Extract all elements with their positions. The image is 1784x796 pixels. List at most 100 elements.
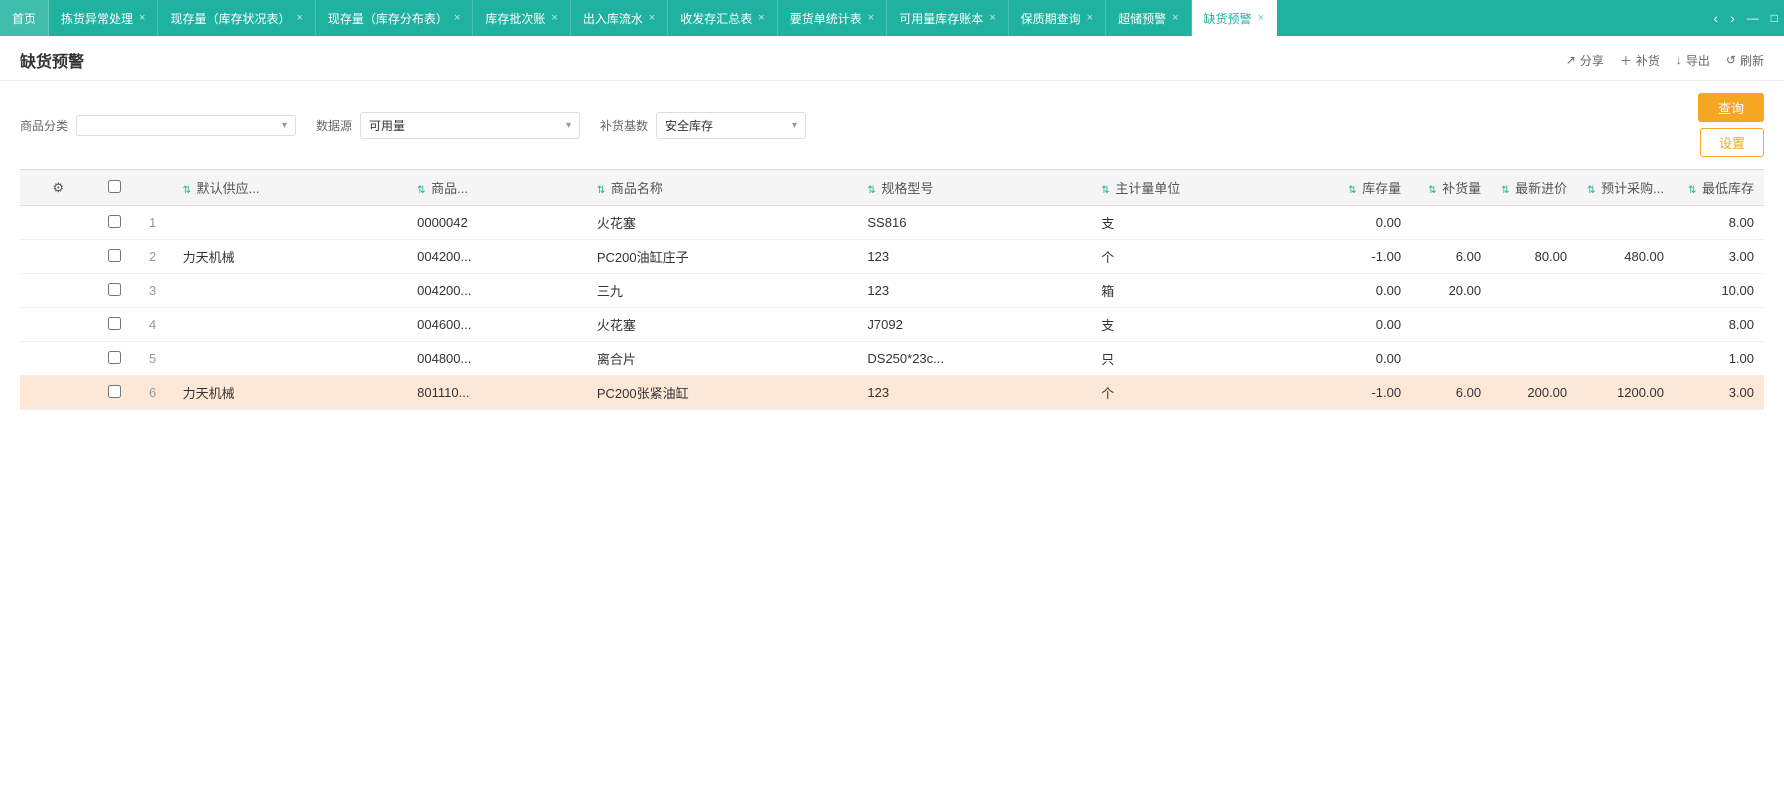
row-gear-cell (20, 206, 97, 240)
tab-stock-status[interactable]: 现存量（库存状况表）× (158, 0, 315, 36)
row-checkbox[interactable] (108, 215, 121, 228)
column-header-replenish[interactable]: ⇅ 补货量 (1411, 170, 1491, 206)
row-checkbox-cell[interactable] (97, 240, 133, 274)
row-checkbox[interactable] (108, 249, 121, 262)
row-expected-purchase (1577, 308, 1674, 342)
tab-expiry-query[interactable]: 保质期查询× (1009, 0, 1106, 36)
column-header-stock[interactable]: ⇅ 库存量 (1331, 170, 1411, 206)
select-all-checkbox[interactable] (108, 180, 121, 193)
tab-close-overstock-warning[interactable]: × (1172, 12, 1178, 24)
row-checkbox-cell[interactable] (97, 206, 133, 240)
row-name: 三九 (587, 274, 858, 308)
column-header-gear[interactable]: ⚙ (20, 170, 97, 206)
column-header-unit[interactable]: ⇅ 主计量单位 (1091, 170, 1331, 206)
row-stock: -1.00 (1331, 240, 1411, 274)
category-filter-group: 商品分类 ▾ (20, 115, 296, 136)
tab-overstock-warning[interactable]: 超储预警× (1106, 0, 1191, 36)
row-checkbox-cell[interactable] (97, 342, 133, 376)
row-unit: 箱 (1091, 274, 1331, 308)
row-gear-cell (20, 240, 97, 274)
sort-icon: ⇅ (1428, 185, 1436, 196)
column-header-latest-price[interactable]: ⇅ 最新进价 (1491, 170, 1577, 206)
row-replenish (1411, 308, 1491, 342)
column-header-name[interactable]: ⇅ 商品名称 (587, 170, 858, 206)
gear-icon: ⚙ (52, 180, 64, 195)
category-label: 商品分类 (20, 117, 68, 134)
tab-stock-dist[interactable]: 现存量（库存分布表）× (316, 0, 473, 36)
tab-shortage-warning[interactable]: 缺货预警× (1192, 0, 1277, 36)
export-button[interactable]: ↓ 导出 (1676, 52, 1710, 69)
column-header-spec[interactable]: ⇅ 规格型号 (857, 170, 1091, 206)
tab-label-demand-stats: 要货单统计表 (790, 10, 862, 27)
refresh-button[interactable]: ↺ 刷新 (1726, 52, 1764, 69)
settings-button[interactable]: 设置 (1700, 128, 1764, 157)
tab-maximize-button[interactable]: □ (1765, 0, 1784, 36)
table-row: 5 004800... 离合片 DS250*23c... 只 0.00 1.00 (20, 342, 1764, 376)
row-replenish: 6.00 (1411, 376, 1491, 410)
tab-batch-account[interactable]: 库存批次账× (473, 0, 570, 36)
column-header-code[interactable]: ⇅ 商品... (407, 170, 587, 206)
datasource-label: 数据源 (316, 117, 352, 134)
replenish-label: 补货 (1636, 52, 1660, 69)
tab-chain-exception[interactable]: 拣货异常处理× (49, 0, 158, 36)
tab-scroll-right-button[interactable]: › (1724, 0, 1741, 36)
row-name: PC200张紧油缸 (587, 376, 858, 410)
row-stock: 0.00 (1331, 206, 1411, 240)
column-name-label: 商品名称 (611, 181, 663, 196)
query-button[interactable]: 查询 (1698, 93, 1764, 122)
refresh-label: 刷新 (1740, 52, 1764, 69)
replenish-button[interactable]: ＋ 补货 (1620, 52, 1660, 69)
category-select[interactable]: ▾ (76, 115, 296, 136)
row-checkbox[interactable] (108, 317, 121, 330)
tab-in-out-flow[interactable]: 出入库流水× (571, 0, 668, 36)
tab-close-available-ledger[interactable]: × (989, 12, 995, 24)
row-expected-purchase (1577, 206, 1674, 240)
column-header-supplier[interactable]: ⇅ 默认供应... (173, 170, 408, 206)
tab-close-collect-summary[interactable]: × (758, 12, 764, 24)
datasource-filter-group: 数据源 可用量 ▾ (316, 112, 580, 139)
row-latest-price (1491, 342, 1577, 376)
replenish-base-select[interactable]: 安全库存 ▾ (656, 112, 806, 139)
tab-close-stock-dist[interactable]: × (454, 12, 460, 24)
row-checkbox-cell[interactable] (97, 376, 133, 410)
row-checkbox[interactable] (108, 351, 121, 364)
replenish-base-label: 补货基数 (600, 117, 648, 134)
row-min-stock: 8.00 (1674, 206, 1764, 240)
sort-icon: ⇅ (1688, 185, 1696, 196)
data-table: ⚙ ⇅ 默认供应... ⇅ 商品... ⇅ (20, 169, 1764, 410)
tab-close-shortage-warning[interactable]: × (1258, 12, 1264, 24)
tab-collect-summary[interactable]: 收发存汇总表× (668, 0, 777, 36)
row-name: 火花塞 (587, 308, 858, 342)
tab-close-demand-stats[interactable]: × (868, 12, 874, 24)
tab-minimize-button[interactable]: — (1741, 0, 1765, 36)
table-row: 2 力天机械 004200... PC200油缸庄子 123 个 -1.00 6… (20, 240, 1764, 274)
column-header-checkbox[interactable] (97, 170, 133, 206)
row-checkbox-cell[interactable] (97, 274, 133, 308)
tab-available-ledger[interactable]: 可用量库存账本× (887, 0, 1008, 36)
tab-close-in-out-flow[interactable]: × (649, 12, 655, 24)
tab-home[interactable]: 首页 (0, 0, 49, 36)
column-header-min-stock[interactable]: ⇅ 最低库存 (1674, 170, 1764, 206)
column-header-expected-purchase[interactable]: ⇅ 预计采购... (1577, 170, 1674, 206)
datasource-select[interactable]: 可用量 ▾ (360, 112, 580, 139)
row-unit: 支 (1091, 206, 1331, 240)
share-button[interactable]: ↗ 分享 (1566, 52, 1604, 69)
page-header: 缺货预警 ↗ 分享 ＋ 补货 ↓ 导出 ↺ 刷新 (0, 36, 1784, 81)
tab-close-chain-exception[interactable]: × (139, 12, 145, 24)
tab-close-stock-status[interactable]: × (296, 12, 302, 24)
row-number: 5 (133, 342, 173, 376)
row-min-stock: 8.00 (1674, 308, 1764, 342)
row-checkbox[interactable] (108, 385, 121, 398)
row-checkbox[interactable] (108, 283, 121, 296)
tab-close-expiry-query[interactable]: × (1087, 12, 1093, 24)
filter-area: 商品分类 ▾ 数据源 可用量 ▾ 补货基数 安全库存 ▾ 查询 设置 (0, 81, 1784, 169)
tab-demand-stats[interactable]: 要货单统计表 × (778, 0, 887, 36)
export-icon: ↓ (1676, 53, 1682, 67)
main-content: 缺货预警 ↗ 分享 ＋ 补货 ↓ 导出 ↺ 刷新 商品分类 (0, 36, 1784, 796)
row-checkbox-cell[interactable] (97, 308, 133, 342)
tab-nav-buttons: ‹ › — □ (1707, 0, 1784, 36)
replenish-base-value: 安全库存 (665, 117, 713, 134)
tab-close-batch-account[interactable]: × (551, 12, 557, 24)
tab-scroll-left-button[interactable]: ‹ (1707, 0, 1724, 36)
share-label: 分享 (1580, 52, 1604, 69)
